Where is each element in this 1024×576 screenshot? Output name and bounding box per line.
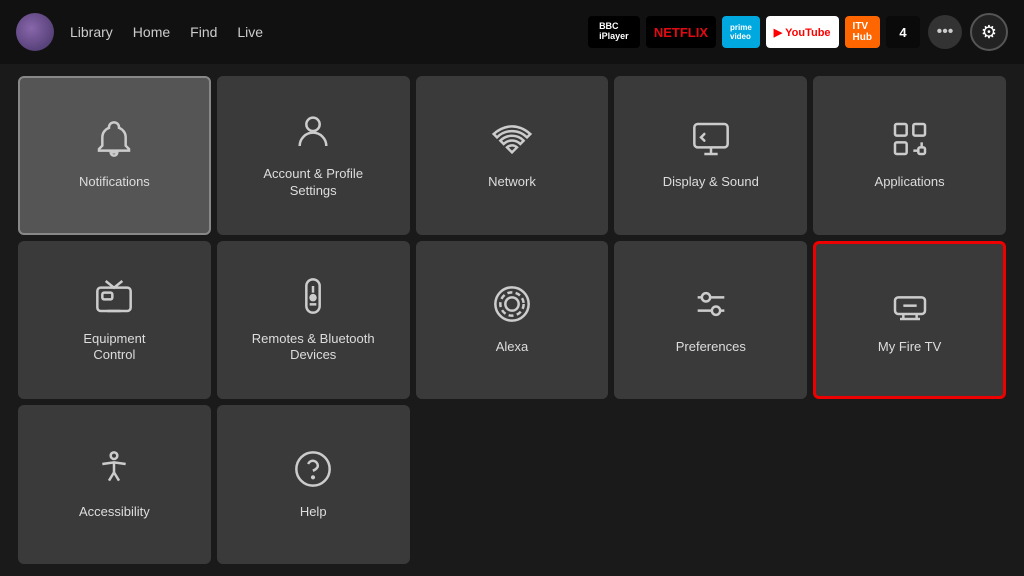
sliders-icon bbox=[691, 284, 731, 329]
accessibility-icon bbox=[94, 449, 134, 494]
grid-item-notifications[interactable]: Notifications bbox=[18, 76, 211, 235]
user-avatar[interactable] bbox=[16, 13, 54, 51]
alexa-icon bbox=[492, 284, 532, 329]
app-shortcuts: BBC iPlayerNETFLIXprime video▶ YouTubeIT… bbox=[588, 16, 920, 48]
settings-grid: Notifications Account & Profile Settings N… bbox=[0, 64, 1024, 576]
grid-item-label-applications: Applications bbox=[875, 174, 945, 191]
nav-link-library[interactable]: Library bbox=[70, 24, 113, 40]
youtube-badge[interactable]: ▶ YouTube bbox=[766, 16, 839, 48]
wifi-icon bbox=[492, 119, 532, 164]
grid-item-label-display-sound: Display & Sound bbox=[663, 174, 759, 191]
grid-item-label-alexa: Alexa bbox=[496, 339, 529, 356]
help-icon bbox=[293, 449, 333, 494]
grid-item-alexa[interactable]: Alexa bbox=[416, 241, 609, 400]
nav-link-live[interactable]: Live bbox=[237, 24, 263, 40]
nav-link-find[interactable]: Find bbox=[190, 24, 217, 40]
grid-item-help[interactable]: Help bbox=[217, 405, 410, 564]
grid-item-label-account: Account & Profile Settings bbox=[263, 166, 363, 200]
bbc-iplayer-badge[interactable]: BBC iPlayer bbox=[588, 16, 640, 48]
remote-icon bbox=[293, 276, 333, 321]
grid-item-accessibility[interactable]: Accessibility bbox=[18, 405, 211, 564]
grid-item-label-my-fire-tv: My Fire TV bbox=[878, 339, 941, 356]
more-button[interactable]: ••• bbox=[928, 15, 962, 49]
grid-item-label-remotes: Remotes & Bluetooth Devices bbox=[252, 331, 375, 365]
nav-links: Library Home Find Live bbox=[70, 24, 263, 40]
grid-item-label-help: Help bbox=[300, 504, 327, 521]
grid-item-label-notifications: Notifications bbox=[79, 174, 150, 191]
grid-item-remotes[interactable]: Remotes & Bluetooth Devices bbox=[217, 241, 410, 400]
tv-icon bbox=[94, 276, 134, 321]
display-icon bbox=[691, 119, 731, 164]
netflix-badge[interactable]: NETFLIX bbox=[646, 16, 716, 48]
grid-item-label-accessibility: Accessibility bbox=[79, 504, 150, 521]
grid-item-label-network: Network bbox=[488, 174, 536, 191]
grid-item-display-sound[interactable]: Display & Sound bbox=[614, 76, 807, 235]
channel4-badge[interactable]: 4 bbox=[886, 16, 920, 48]
grid-item-network[interactable]: Network bbox=[416, 76, 609, 235]
grid-item-applications[interactable]: Applications bbox=[813, 76, 1006, 235]
bell-icon bbox=[94, 119, 134, 164]
settings-button[interactable]: ⚙ bbox=[970, 13, 1008, 51]
grid-item-preferences[interactable]: Preferences bbox=[614, 241, 807, 400]
grid-item-account[interactable]: Account & Profile Settings bbox=[217, 76, 410, 235]
grid-item-label-preferences: Preferences bbox=[676, 339, 746, 356]
firetv-icon bbox=[890, 284, 930, 329]
person-icon bbox=[293, 111, 333, 156]
grid-item-label-equipment: Equipment Control bbox=[83, 331, 145, 365]
nav-link-home[interactable]: Home bbox=[133, 24, 170, 40]
grid-item-equipment[interactable]: Equipment Control bbox=[18, 241, 211, 400]
top-navigation: Library Home Find Live BBC iPlayerNETFLIXpr… bbox=[0, 0, 1024, 64]
apps-icon bbox=[890, 119, 930, 164]
grid-item-my-fire-tv[interactable]: My Fire TV bbox=[813, 241, 1006, 400]
itv-badge[interactable]: ITV Hub bbox=[845, 16, 880, 48]
prime-video-badge[interactable]: prime video bbox=[722, 16, 760, 48]
